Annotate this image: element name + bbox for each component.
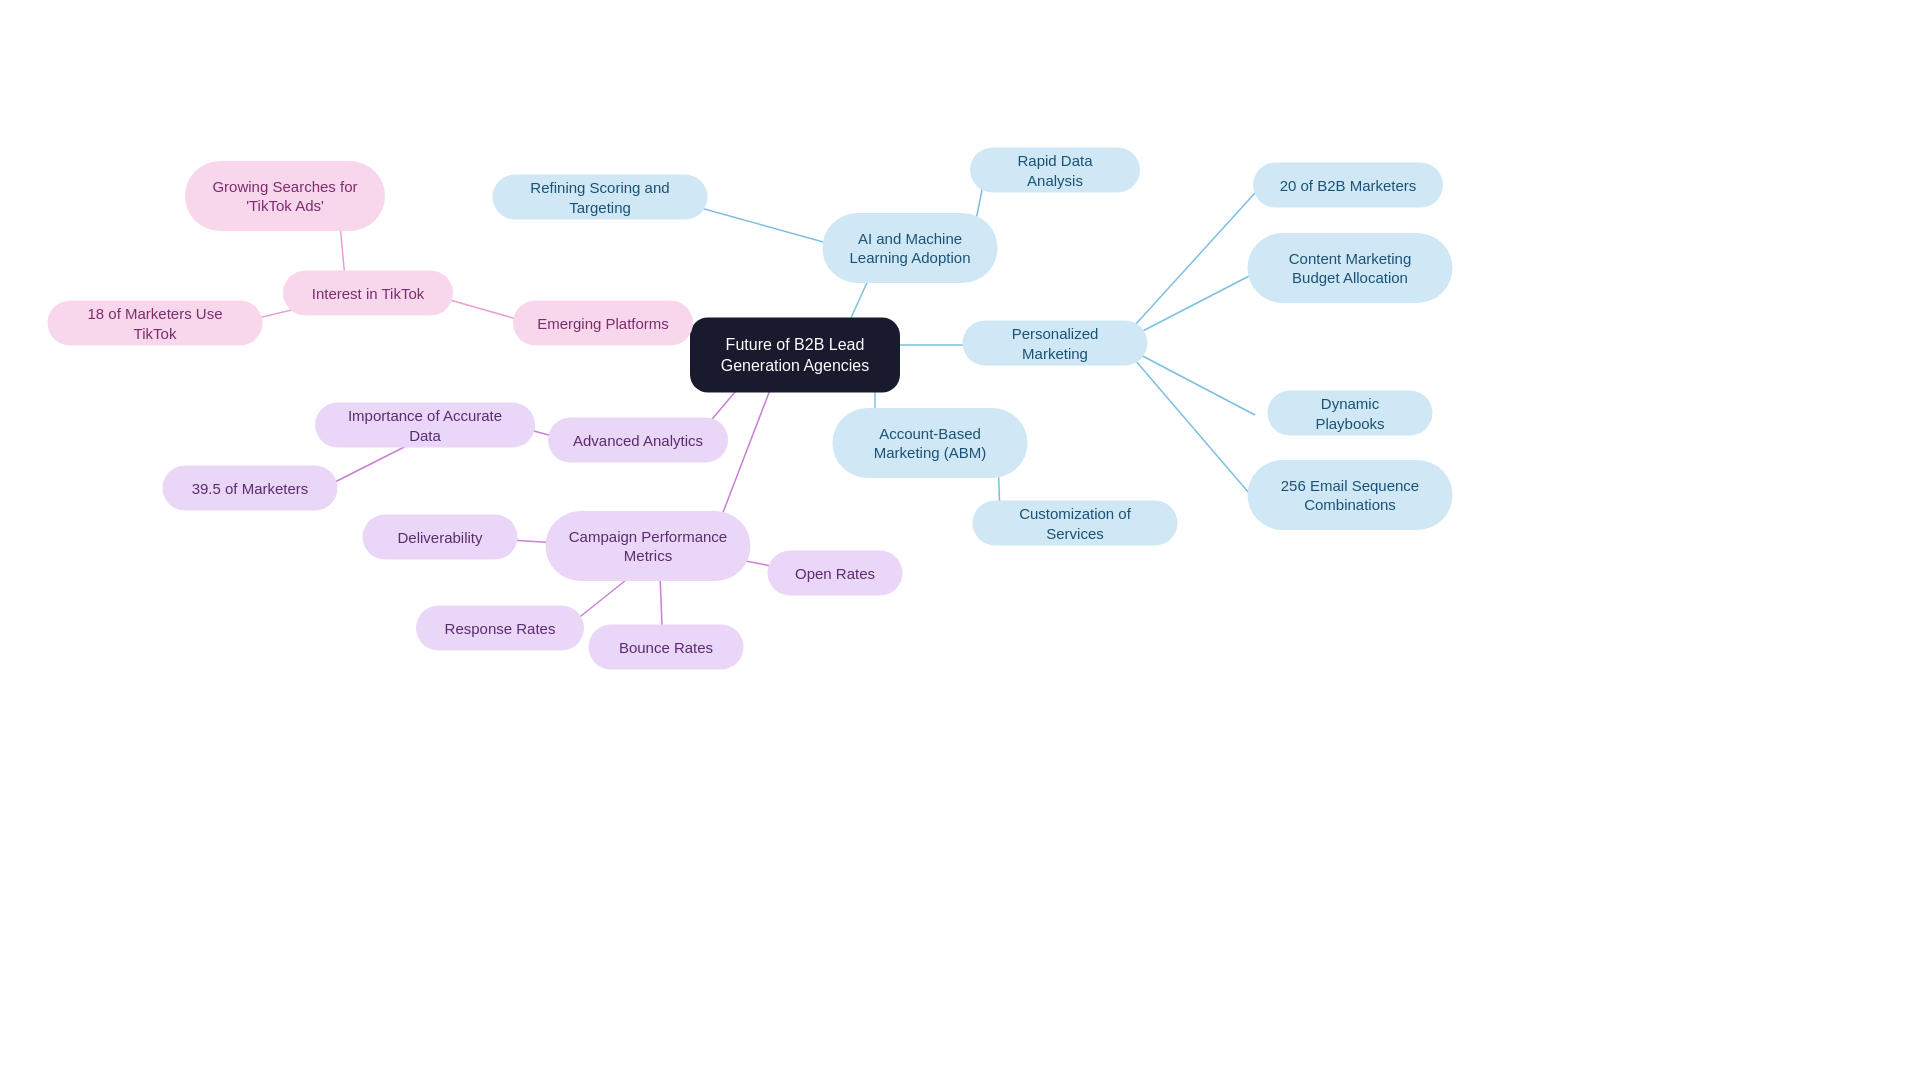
email-sequence-label: 256 Email Sequence Combinations — [1266, 476, 1435, 515]
emerging-platforms-node[interactable]: Emerging Platforms — [513, 301, 693, 346]
growing-searches-label: Growing Searches for 'TikTok Ads' — [203, 177, 367, 216]
svg-line-17 — [722, 390, 770, 515]
abm-node[interactable]: Account-Based Marketing (ABM) — [833, 408, 1028, 478]
rapid-data-analysis-label: Rapid Data Analysis — [988, 151, 1122, 190]
interest-tiktok-node[interactable]: Interest in TikTok — [283, 271, 453, 316]
marketers-percent-label: 39.5 of Marketers — [192, 478, 309, 498]
b2b-marketers-node[interactable]: 20 of B2B Marketers — [1253, 163, 1443, 208]
open-rates-node[interactable]: Open Rates — [768, 551, 903, 596]
refining-scoring-label: Refining Scoring and Targeting — [511, 178, 690, 217]
customization-services-node[interactable]: Customization of Services — [973, 501, 1178, 546]
svg-line-4 — [1135, 193, 1255, 325]
marketers-tiktok-label: 18 of Marketers Use TikTok — [66, 304, 245, 343]
customization-services-label: Customization of Services — [991, 504, 1160, 543]
svg-line-11 — [450, 300, 520, 320]
rapid-data-analysis-node[interactable]: Rapid Data Analysis — [970, 148, 1140, 193]
bounce-rates-node[interactable]: Bounce Rates — [589, 625, 744, 670]
dynamic-playbooks-node[interactable]: Dynamic Playbooks — [1268, 391, 1433, 436]
response-rates-label: Response Rates — [445, 618, 556, 638]
ai-machine-learning-label: AI and Machine Learning Adoption — [841, 229, 980, 268]
svg-line-7 — [1135, 360, 1255, 500]
campaign-metrics-node[interactable]: Campaign Performance Metrics — [546, 511, 751, 581]
svg-line-6 — [1135, 352, 1255, 415]
b2b-marketers-label: 20 of B2B Marketers — [1280, 175, 1417, 195]
marketers-percent-node[interactable]: 39.5 of Marketers — [163, 466, 338, 511]
center-node[interactable]: Future of B2B Lead Generation Agencies — [690, 318, 900, 393]
deliverability-node[interactable]: Deliverability — [363, 515, 518, 560]
dynamic-playbooks-label: Dynamic Playbooks — [1286, 394, 1415, 433]
campaign-metrics-label: Campaign Performance Metrics — [564, 527, 733, 566]
content-budget-node[interactable]: Content Marketing Budget Allocation — [1248, 233, 1453, 303]
deliverability-label: Deliverability — [397, 527, 482, 547]
emerging-platforms-label: Emerging Platforms — [537, 313, 669, 333]
response-rates-node[interactable]: Response Rates — [416, 606, 584, 651]
personalized-marketing-label: Personalized Marketing — [981, 324, 1130, 363]
svg-line-5 — [1135, 273, 1255, 335]
personalized-marketing-node[interactable]: Personalized Marketing — [963, 321, 1148, 366]
open-rates-label: Open Rates — [795, 563, 875, 583]
growing-searches-node[interactable]: Growing Searches for 'TikTok Ads' — [185, 161, 385, 231]
center-label: Future of B2B Lead Generation Agencies — [708, 334, 882, 376]
svg-line-1 — [690, 205, 845, 248]
accurate-data-label: Importance of Accurate Data — [333, 406, 517, 445]
abm-label: Account-Based Marketing (ABM) — [851, 424, 1010, 463]
advanced-analytics-label: Advanced Analytics — [573, 430, 703, 450]
email-sequence-node[interactable]: 256 Email Sequence Combinations — [1248, 460, 1453, 530]
advanced-analytics-node[interactable]: Advanced Analytics — [548, 418, 728, 463]
svg-line-21 — [660, 575, 662, 625]
content-budget-label: Content Marketing Budget Allocation — [1266, 249, 1435, 288]
interest-tiktok-label: Interest in TikTok — [312, 283, 425, 303]
marketers-tiktok-node[interactable]: 18 of Marketers Use TikTok — [48, 301, 263, 346]
ai-machine-learning-node[interactable]: AI and Machine Learning Adoption — [823, 213, 998, 283]
accurate-data-node[interactable]: Importance of Accurate Data — [315, 403, 535, 448]
refining-scoring-node[interactable]: Refining Scoring and Targeting — [493, 175, 708, 220]
bounce-rates-label: Bounce Rates — [619, 637, 713, 657]
